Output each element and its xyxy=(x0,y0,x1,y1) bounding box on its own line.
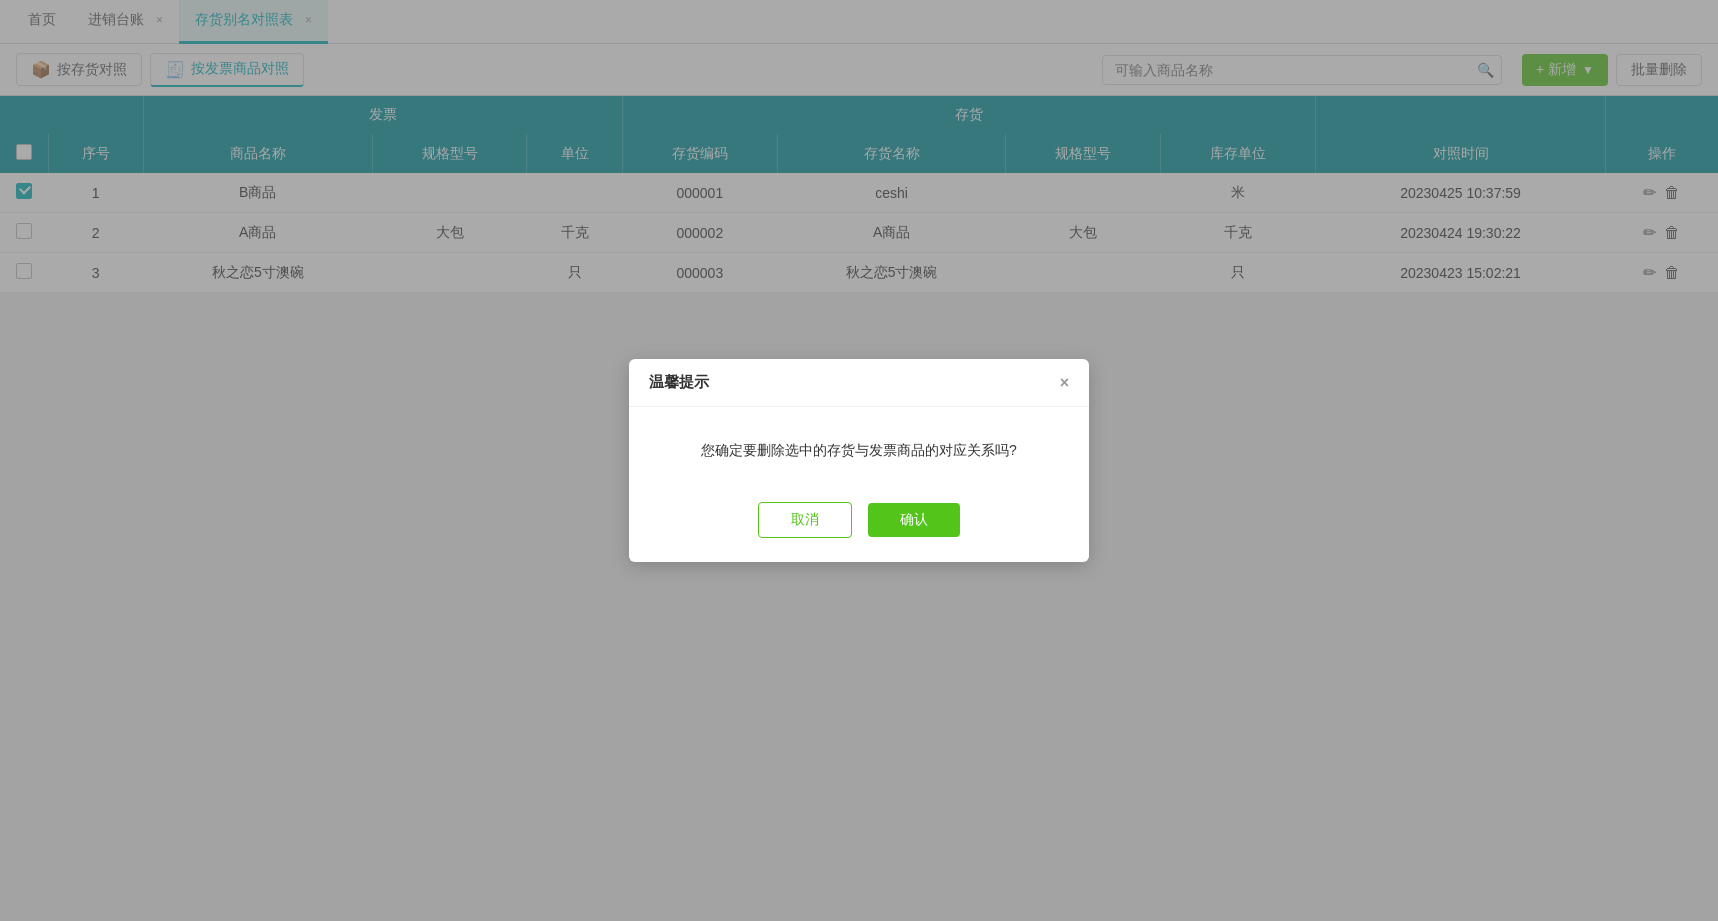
dialog-header: 温馨提示 × xyxy=(629,359,1089,407)
dialog-cancel-button[interactable]: 取消 xyxy=(758,502,852,538)
modal-overlay: 温馨提示 × 您确定要删除选中的存货与发票商品的对应关系吗? 取消 确认 xyxy=(0,0,1718,921)
dialog-close-icon[interactable]: × xyxy=(1060,374,1069,392)
dialog-message: 您确定要删除选中的存货与发票商品的对应关系吗? xyxy=(653,439,1065,461)
dialog-footer: 取消 确认 xyxy=(629,486,1089,562)
confirm-dialog: 温馨提示 × 您确定要删除选中的存货与发票商品的对应关系吗? 取消 确认 xyxy=(629,359,1089,561)
dialog-title: 温馨提示 xyxy=(649,373,709,392)
dialog-confirm-button[interactable]: 确认 xyxy=(868,503,960,537)
dialog-body: 您确定要删除选中的存货与发票商品的对应关系吗? xyxy=(629,407,1089,485)
